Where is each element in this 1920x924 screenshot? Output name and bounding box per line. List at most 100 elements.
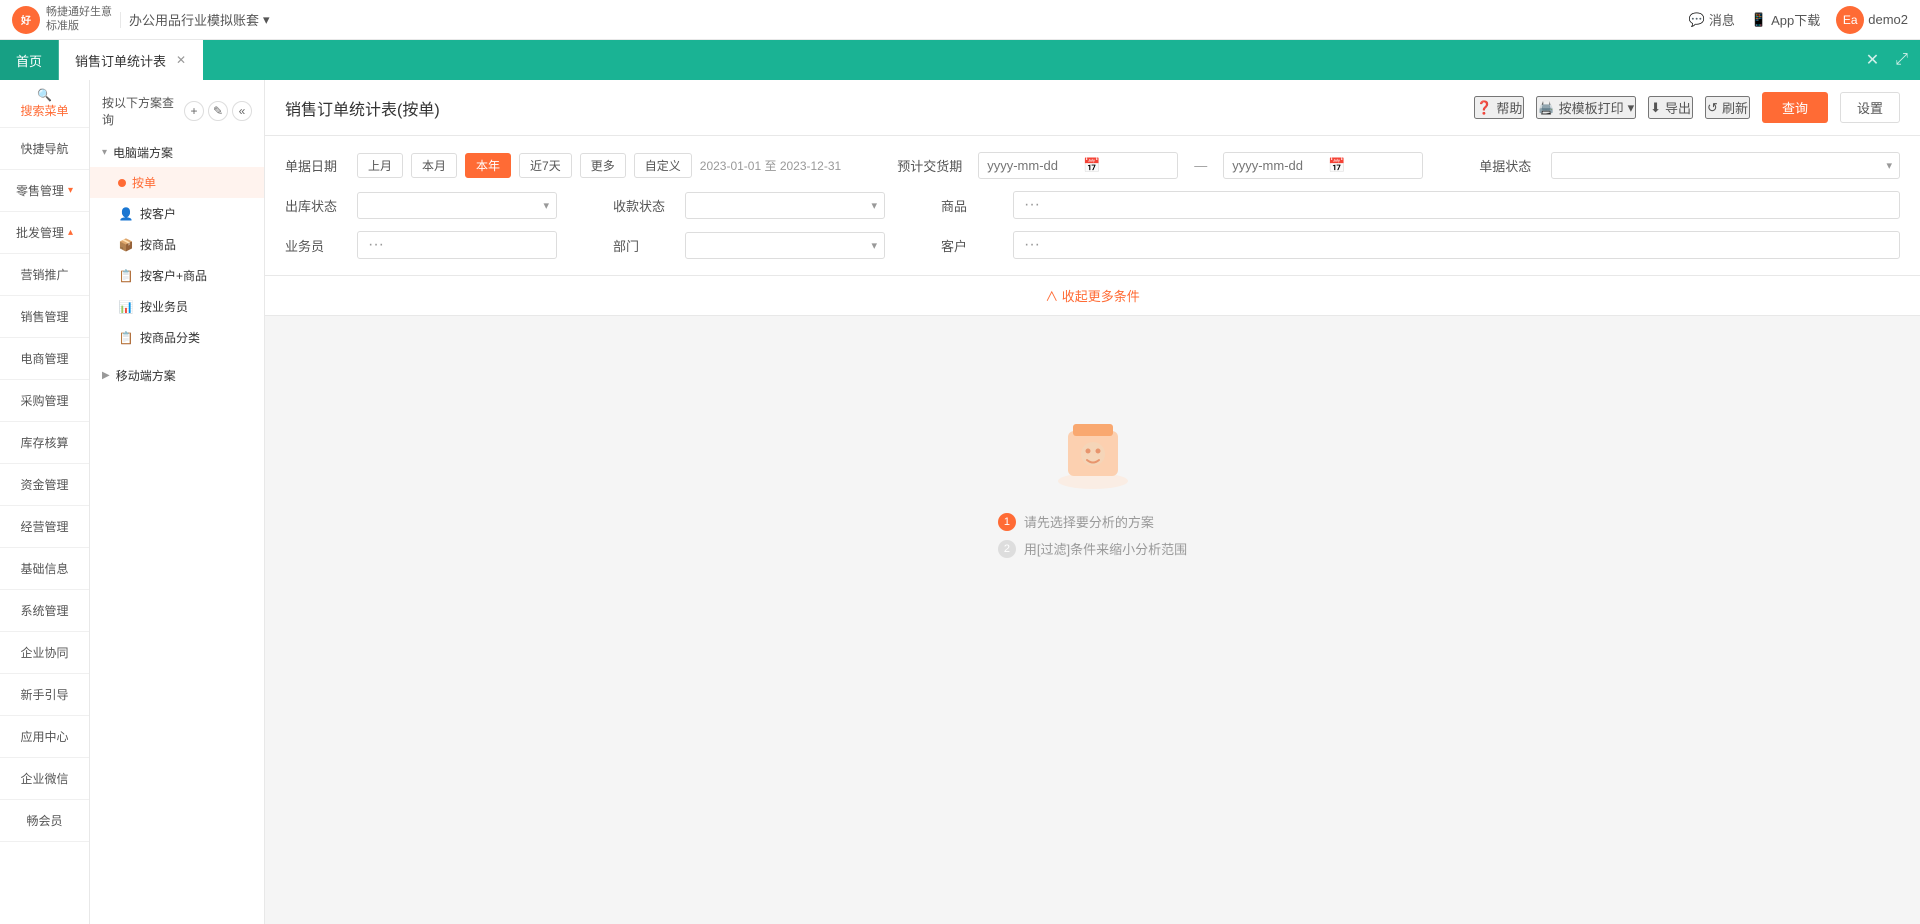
app-download-icon: 📱 (1751, 12, 1767, 28)
sidebar-item-wholesale[interactable]: 批发管理 ▴ (0, 212, 89, 254)
sidebar-item-purchase[interactable]: 采购管理 (0, 380, 89, 422)
main-layout: 🔍 搜索菜单 快捷导航 零售管理 ▾ 批发管理 ▴ 营销推广 销售管理 电商管理… (0, 80, 1920, 924)
scheme-by-product[interactable]: 📦 按商品 (90, 229, 264, 260)
sidebar-item-enterprise[interactable]: 企业协同 (0, 632, 89, 674)
app-title-area[interactable]: 办公用品行业模拟账套 ▾ (129, 10, 270, 29)
shipment-label: 出库状态 (285, 196, 341, 215)
empty-hint-2: 2 用[过滤]条件来缩小分析范围 (998, 539, 1187, 558)
sidebar-item-basic-info[interactable]: 基础信息 (0, 548, 89, 590)
filter-row-2: 出库状态 ▾ 收款状态 ▾ 商品 ··· (285, 191, 1900, 219)
sidebar-item-member[interactable]: 畅会员 (0, 800, 89, 842)
date-start-field[interactable] (987, 158, 1077, 173)
sidebar-item-retail[interactable]: 零售管理 ▾ (0, 170, 89, 212)
print-chevron-icon: ▾ (1628, 100, 1635, 116)
expected-date-label: 预计交货期 (897, 156, 962, 175)
panel-header: 按以下方案查询 + ✎ « (90, 88, 264, 134)
page-title: 销售订单统计表(按单) (285, 96, 440, 120)
sidebar: 🔍 搜索菜单 快捷导航 零售管理 ▾ 批发管理 ▴ 营销推广 销售管理 电商管理… (0, 80, 90, 924)
calendar-icon[interactable]: 📅 (1083, 157, 1100, 174)
chevron-up-icon: ▴ (68, 227, 73, 238)
status-select[interactable] (1551, 152, 1900, 179)
chevron-down-icon: ▾ (102, 147, 107, 158)
logo-text: 畅捷通好生意 标准版 (46, 6, 112, 32)
date-btn-custom[interactable]: 自定义 (634, 153, 692, 178)
app-title: 办公用品行业模拟账套 (129, 10, 259, 29)
empty-state: 1 请先选择要分析的方案 2 用[过滤]条件来缩小分析范围 (265, 316, 1920, 638)
tab-sales-order[interactable]: 销售订单统计表 ✕ (59, 40, 203, 80)
date-btn-this-year[interactable]: 本年 (465, 153, 511, 178)
sidebar-item-appcenter[interactable]: 应用中心 (0, 716, 89, 758)
calendar-end-icon[interactable]: 📅 (1328, 157, 1345, 174)
header-left: 好 畅捷通好生意 标准版 办公用品行业模拟账套 ▾ (12, 6, 270, 34)
customer-more-button[interactable]: ··· (1024, 236, 1040, 254)
help-button[interactable]: ❓ 帮助 (1474, 96, 1524, 119)
date-range-dash: — (1194, 158, 1207, 173)
scheme-by-product-category[interactable]: 📋 按商品分类 (90, 322, 264, 353)
filter-row-3: 业务员 ··· 部门 ▾ 客户 ··· (285, 231, 1900, 259)
date-btn-last-month[interactable]: 上月 (357, 153, 403, 178)
date-btn-more[interactable]: 更多 (580, 153, 626, 178)
shipment-select[interactable] (357, 192, 557, 219)
product-filter-label: 商品 (941, 196, 997, 215)
tab-home[interactable]: 首页 (0, 40, 59, 80)
salesperson-more-button[interactable]: ··· (368, 236, 384, 254)
sidebar-item-search[interactable]: 🔍 搜索菜单 (0, 80, 89, 128)
customer-product-icon: 📋 (118, 268, 134, 284)
print-button[interactable]: 🖨️ 按模板打印 ▾ (1536, 96, 1636, 119)
sidebar-item-newbie[interactable]: 新手引导 (0, 674, 89, 716)
sidebar-item-marketing[interactable]: 营销推广 (0, 254, 89, 296)
expected-date-start-input[interactable]: 📅 (978, 152, 1178, 179)
chevron-right-icon: ▶ (102, 370, 110, 381)
date-btn-7days[interactable]: 近7天 (519, 153, 572, 178)
desktop-scheme-header[interactable]: ▾ 电脑端方案 (90, 138, 264, 167)
collapse-filter-bar[interactable]: ∧ 收起更多条件 (265, 276, 1920, 316)
mobile-scheme-header[interactable]: ▶ 移动端方案 (90, 361, 264, 390)
sidebar-item-wechat[interactable]: 企业微信 (0, 758, 89, 800)
left-panel: 按以下方案查询 + ✎ « ▾ 电脑端方案 按单 👤 按客户 📦 按 (90, 80, 265, 924)
product-icon: 📦 (118, 237, 134, 253)
date-range-display: 2023-01-01 至 2023-12-31 (700, 157, 841, 174)
user-profile[interactable]: Ea demo2 (1836, 6, 1908, 34)
product-more-button[interactable]: ··· (1024, 196, 1040, 214)
add-scheme-button[interactable]: + (184, 101, 204, 121)
message-action[interactable]: 💬 消息 (1689, 10, 1735, 29)
department-label: 部门 (613, 236, 669, 255)
hint-number-1: 1 (998, 513, 1016, 531)
department-select[interactable] (685, 232, 885, 259)
sidebar-item-finance[interactable]: 资金管理 (0, 464, 89, 506)
refresh-button[interactable]: ↺ 刷新 (1705, 96, 1750, 119)
filter-area: 单据日期 上月 本月 本年 近7天 更多 自定义 2023-01-01 至 20… (265, 136, 1920, 276)
scheme-by-salesperson[interactable]: 📊 按业务员 (90, 291, 264, 322)
sidebar-item-quicknav[interactable]: 快捷导航 (0, 128, 89, 170)
header-right: 💬 消息 📱 App下载 Ea demo2 (1689, 6, 1908, 34)
scheme-by-customer[interactable]: 👤 按客户 (90, 198, 264, 229)
sidebar-item-sales[interactable]: 销售管理 (0, 296, 89, 338)
export-button[interactable]: ⬇ 导出 (1648, 96, 1693, 119)
payment-select[interactable] (685, 192, 885, 219)
app-download-action[interactable]: 📱 App下载 (1751, 10, 1820, 29)
status-select-wrapper: ▾ (1551, 152, 1900, 179)
customer-icon: 👤 (118, 206, 134, 222)
settings-button[interactable]: 设置 (1840, 92, 1900, 123)
sidebar-item-inventory[interactable]: 库存核算 (0, 422, 89, 464)
empty-hints: 1 请先选择要分析的方案 2 用[过滤]条件来缩小分析范围 (998, 512, 1187, 558)
scheme-by-customer-product[interactable]: 📋 按客户+商品 (90, 260, 264, 291)
tab-close-icon[interactable]: ✕ (176, 53, 186, 67)
date-end-field[interactable] (1232, 158, 1322, 173)
sidebar-item-ecommerce[interactable]: 电商管理 (0, 338, 89, 380)
page-header: 销售订单统计表(按单) ❓ 帮助 🖨️ 按模板打印 ▾ ⬇ 导出 ↺ 刷新 (265, 80, 1920, 136)
hint-number-2: 2 (998, 540, 1016, 558)
window-close-btn[interactable]: ✕ (1862, 46, 1883, 74)
date-btn-this-month[interactable]: 本月 (411, 153, 457, 178)
query-button[interactable]: 查询 (1762, 92, 1828, 123)
sidebar-item-operations[interactable]: 经营管理 (0, 506, 89, 548)
expected-date-end-input[interactable]: 📅 (1223, 152, 1423, 179)
message-icon: 💬 (1689, 12, 1705, 28)
collapse-panel-button[interactable]: « (232, 101, 252, 121)
window-expand-btn[interactable]: ⤢ (1891, 47, 1912, 73)
sidebar-item-system[interactable]: 系统管理 (0, 590, 89, 632)
status-filter-label: 单据状态 (1479, 156, 1535, 175)
edit-scheme-button[interactable]: ✎ (208, 101, 228, 121)
scheme-by-order[interactable]: 按单 (90, 167, 264, 198)
empty-hint-1: 1 请先选择要分析的方案 (998, 512, 1187, 531)
